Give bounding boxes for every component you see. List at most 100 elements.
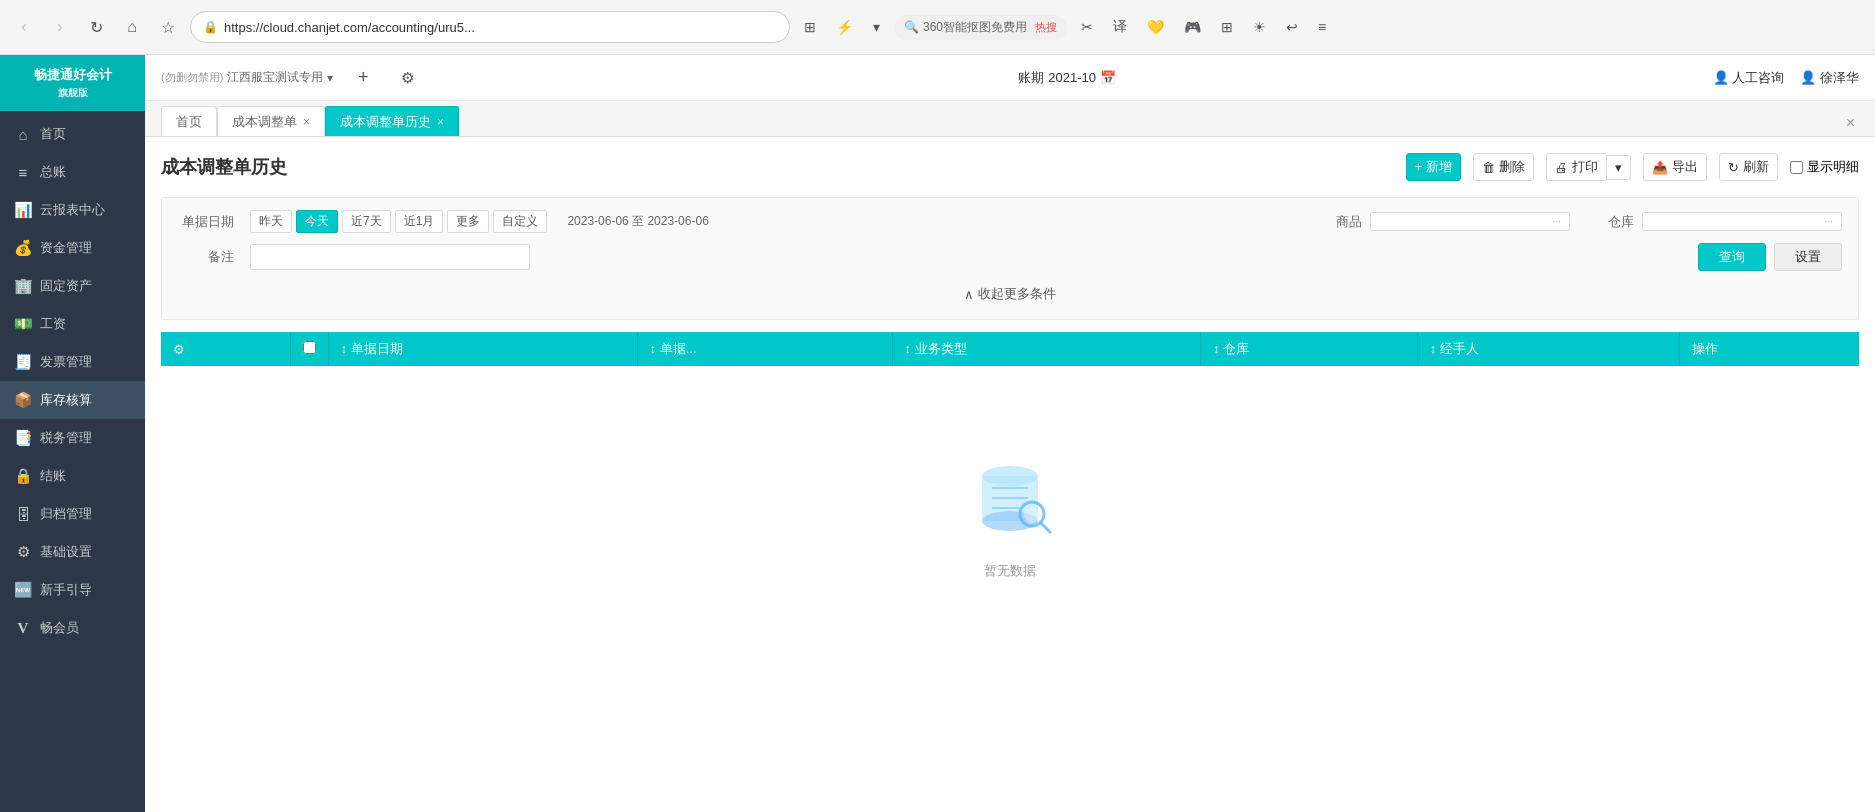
show-cols-checkbox[interactable]: [1790, 161, 1803, 174]
refresh-label: 刷新: [1743, 158, 1769, 176]
sidebar-item-label: 基础设置: [40, 543, 92, 561]
sidebar-item-salary[interactable]: 💵 工资: [0, 305, 145, 343]
user-menu[interactable]: 👤 徐泽华: [1800, 69, 1859, 87]
query-btn[interactable]: 查询: [1698, 243, 1766, 271]
filter-row-remark: 备注 查询 设置: [178, 243, 1842, 271]
star-btn[interactable]: ☆: [154, 13, 182, 41]
goods-selector[interactable]: ···: [1370, 212, 1570, 231]
refresh-btn-page[interactable]: ↻ 刷新: [1719, 153, 1778, 181]
warehouse-selector[interactable]: ···: [1642, 212, 1842, 231]
sidebar-item-close[interactable]: 🔒 结账: [0, 457, 145, 495]
filter-area: 单据日期 昨天 今天 近7天 近1月 更多 自定义 2023-06-06 至 2…: [161, 197, 1859, 320]
invoice-icon: 🧾: [14, 353, 32, 371]
lightning-btn[interactable]: ⚡: [830, 15, 859, 39]
page-actions: + 新增 🗑 删除 🖨 打印 ▾ 📤 导出: [1406, 153, 1859, 181]
th-checkbox[interactable]: [290, 332, 328, 366]
inventory-icon: 📦: [14, 391, 32, 409]
tab-cost-adjust[interactable]: 成本调整单 ×: [217, 106, 325, 136]
search-text: 360智能抠图免费用: [923, 19, 1027, 36]
dropdown-btn[interactable]: ▾: [867, 15, 886, 39]
tab-cost-history[interactable]: 成本调整单历史 ×: [325, 106, 459, 136]
date-more-btn[interactable]: 更多: [447, 210, 489, 233]
calendar-icon[interactable]: 📅: [1100, 70, 1116, 85]
add-tab-btn[interactable]: +: [349, 64, 377, 92]
print-dropdown-btn[interactable]: ▾: [1606, 155, 1631, 180]
sidebar-item-guide[interactable]: 🆕 新手引导: [0, 571, 145, 609]
sidebar-item-home[interactable]: ⌂ 首页: [0, 115, 145, 153]
search-bar[interactable]: 🔍 360智能抠图免费用 热搜: [894, 15, 1067, 40]
theme-btn[interactable]: ☀: [1247, 15, 1272, 39]
print-btn[interactable]: 🖨 打印: [1546, 153, 1606, 181]
collapse-btn[interactable]: ∧ 收起更多条件: [952, 281, 1068, 307]
tab-cost-history-close[interactable]: ×: [437, 115, 444, 129]
cut-btn[interactable]: ✂: [1075, 15, 1099, 39]
wallet-btn[interactable]: 💛: [1141, 15, 1170, 39]
sidebar-item-inventory[interactable]: 📦 库存核算: [0, 381, 145, 419]
config-btn[interactable]: 设置: [1774, 243, 1842, 271]
th-gear[interactable]: ⚙: [161, 332, 290, 366]
sidebar-item-archive[interactable]: 🗄 归档管理: [0, 495, 145, 533]
address-bar[interactable]: 🔒 https://cloud.chanjet.com/accounting/u…: [190, 11, 790, 43]
sidebar-item-label: 税务管理: [40, 429, 92, 447]
org-selector[interactable]: (勿删勿禁用) 江西服宝测试专用 ▾: [161, 69, 333, 86]
date-7days-btn[interactable]: 近7天: [342, 210, 391, 233]
select-all-checkbox[interactable]: [303, 341, 316, 354]
translate-btn[interactable]: 译: [1107, 14, 1133, 40]
sidebar-item-label: 发票管理: [40, 353, 92, 371]
date-1month-btn[interactable]: 近1月: [395, 210, 444, 233]
remark-input[interactable]: [250, 244, 530, 270]
tab-cost-adjust-close[interactable]: ×: [303, 115, 310, 129]
extension-btn[interactable]: ⊞: [798, 15, 822, 39]
hot-label: 热搜: [1035, 20, 1057, 35]
empty-icon: [960, 446, 1060, 546]
date-today-btn[interactable]: 今天: [296, 210, 338, 233]
logo-sub: 旗舰版: [58, 86, 88, 100]
export-btn[interactable]: 📤 导出: [1643, 153, 1707, 181]
forward-btn[interactable]: ›: [46, 13, 74, 41]
sidebar-item-fund[interactable]: 💰 资金管理: [0, 229, 145, 267]
refresh-icon: ↻: [1728, 160, 1739, 175]
sidebar-item-report[interactable]: 📊 云报表中心: [0, 191, 145, 229]
ssl-icon: 🔒: [203, 20, 218, 34]
delete-btn[interactable]: 🗑 删除: [1473, 153, 1534, 181]
top-bar: (勿删勿禁用) 江西服宝测试专用 ▾ + ⚙ 账期 2021-10 📅 👤 人工…: [145, 55, 1875, 101]
app-container: 畅捷通好会计 旗舰版 ⌂ 首页 ≡ 总账 📊 云报表中心 💰 资金管理 🏢: [0, 55, 1875, 812]
sidebar-item-fixed[interactable]: 🏢 固定资产: [0, 267, 145, 305]
salary-icon: 💵: [14, 315, 32, 333]
tab-cost-adjust-label: 成本调整单: [232, 113, 297, 131]
window-close-btn[interactable]: ×: [1842, 110, 1859, 136]
game-btn[interactable]: 🎮: [1178, 15, 1207, 39]
th-warehouse[interactable]: ↕ 仓库: [1201, 332, 1418, 366]
date-yesterday-btn[interactable]: 昨天: [250, 210, 292, 233]
report-icon: 📊: [14, 201, 32, 219]
help-label: 人工咨询: [1732, 69, 1784, 87]
th-date[interactable]: ↕ 单据日期: [328, 332, 637, 366]
sidebar-item-label: 总账: [40, 163, 66, 181]
new-btn[interactable]: + 新增: [1406, 153, 1461, 181]
sidebar-item-label: 新手引导: [40, 581, 92, 599]
table-header-row: ⚙ ↕ 单据日期 ↕ 单据... ↕ 业务类型 ↕ 仓库: [161, 332, 1859, 366]
settings-gear-btn[interactable]: ⚙: [393, 64, 421, 92]
th-num[interactable]: ↕ 单据...: [637, 332, 892, 366]
help-btn[interactable]: 👤 人工咨询: [1713, 69, 1784, 87]
th-biz-type[interactable]: ↕ 业务类型: [892, 332, 1201, 366]
sidebar-item-invoice[interactable]: 🧾 发票管理: [0, 343, 145, 381]
refresh-btn[interactable]: ↻: [82, 13, 110, 41]
tab-home[interactable]: 首页: [161, 106, 217, 136]
grid-btn[interactable]: ⊞: [1215, 15, 1239, 39]
sidebar-item-settings[interactable]: ⚙ 基础设置: [0, 533, 145, 571]
th-operator[interactable]: ↕ 经手人: [1417, 332, 1680, 366]
sidebar-item-member[interactable]: V 畅会员: [0, 609, 145, 647]
sidebar-item-label: 工资: [40, 315, 66, 333]
data-table: ⚙ ↕ 单据日期 ↕ 单据... ↕ 业务类型 ↕ 仓库: [161, 332, 1859, 366]
back-btn[interactable]: ‹: [10, 13, 38, 41]
undo-btn[interactable]: ↩: [1280, 15, 1304, 39]
menu-btn[interactable]: ≡: [1312, 15, 1332, 39]
sidebar-item-ledger[interactable]: ≡ 总账: [0, 153, 145, 191]
home-btn[interactable]: ⌂: [118, 13, 146, 41]
show-cols-check[interactable]: 显示明细: [1790, 158, 1859, 176]
sidebar-item-tax[interactable]: 📑 税务管理: [0, 419, 145, 457]
th-ops-label: 操作: [1692, 341, 1718, 356]
org-name: 江西服宝测试专用: [227, 69, 323, 86]
date-custom-btn[interactable]: 自定义: [493, 210, 547, 233]
